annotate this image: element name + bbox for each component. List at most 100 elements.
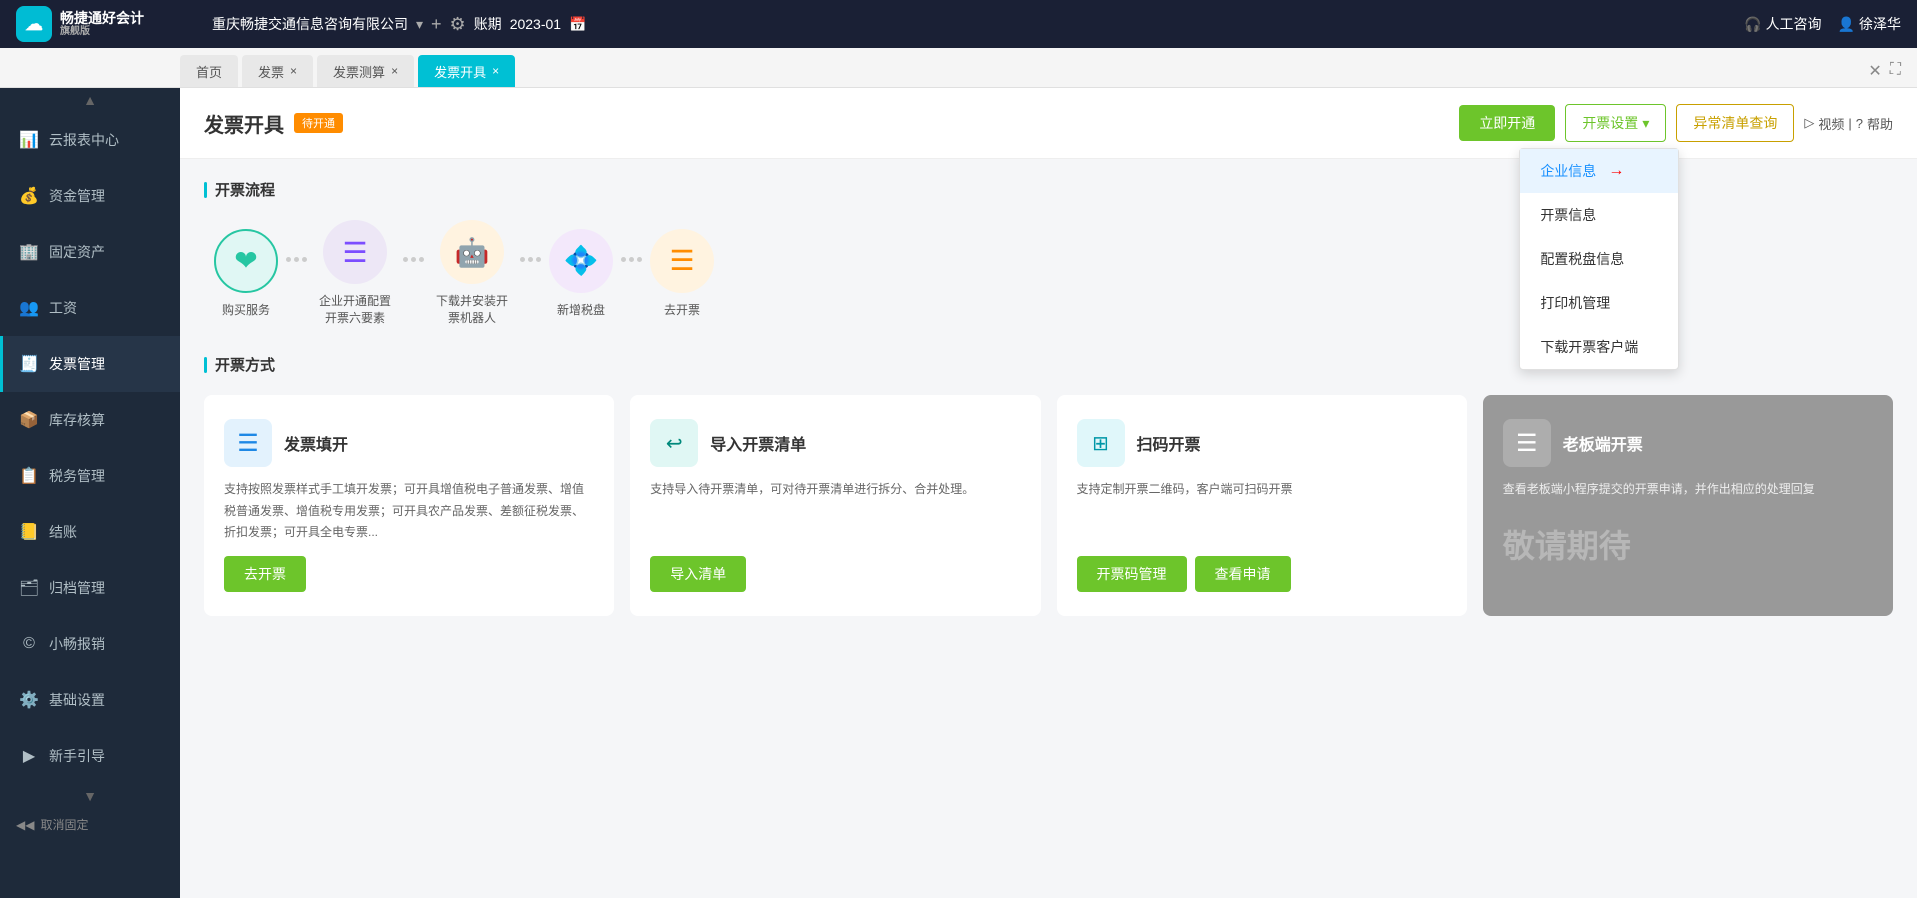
flow-icon-5: ☰ [650,229,714,293]
unpin-icon: ◀◀ [16,818,34,832]
sidebar-label-closing: 结账 [49,522,77,542]
tab-invoice[interactable]: 发票 × [242,55,313,87]
method-card-boss: ☰ 老板端开票 查看老板端小程序提交的开票申请，并作出相应的处理回复 敬请期待 [1483,395,1893,616]
logo-subtitle: 旗舰版 [60,26,144,38]
exception-btn[interactable]: 异常清单查询 [1676,104,1794,142]
dropdown-item-taxdisk[interactable]: 配置税盘信息 [1520,237,1678,281]
tab-invoice-issue[interactable]: 发票开具 × [418,55,515,87]
dropdown-item-invoice-info[interactable]: 开票信息 [1520,193,1678,237]
sidebar-label-funds: 资金管理 [49,186,105,206]
sidebar-item-reports[interactable]: 📊 云报表中心 [0,112,180,168]
scan-title: 扫码开票 [1137,431,1201,455]
import-icon: ↩ [650,419,698,467]
status-badge: 待开通 [294,113,343,133]
tab-close-btn[interactable]: ✕ [1868,61,1881,81]
sidebar-item-inventory[interactable]: 📦 库存核算 [0,392,180,448]
dropdown-item-download[interactable]: 下载开票客户端 [1520,325,1678,369]
flow-icon-1: ❤ [214,229,278,293]
sidebar-item-payroll[interactable]: 👥 工资 [0,280,180,336]
tab-invoice-issue-close[interactable]: × [492,64,499,78]
sidebar-item-tax[interactable]: 📋 税务管理 [0,448,180,504]
company-name[interactable]: 重庆畅捷交通信息咨询有限公司 [212,14,408,34]
view-apply-btn[interactable]: 查看申请 [1195,556,1291,592]
sidebar-item-closing[interactable]: 📒 结账 [0,504,180,560]
sidebar-item-guide[interactable]: ▶ 新手引导 [0,728,180,784]
method-card-boss-header: ☰ 老板端开票 [1503,419,1873,467]
method-card-fill-header: ☰ 发票填开 [224,419,594,467]
tab-invoice-calc-close[interactable]: × [391,64,398,78]
sidebar-scroll-down[interactable]: ▼ [0,784,180,808]
company-dropdown-icon[interactable]: ▾ [416,16,423,33]
sidebar-item-expense[interactable]: © 小畅报销 [0,616,180,672]
fill-icon: ☰ [224,419,272,467]
flow-icon-4-symbol: 💠 [564,244,599,277]
logo-icon: ☁ [16,6,52,42]
scan-btns: 开票码管理 查看申请 [1077,556,1447,592]
payroll-icon: 👥 [19,298,39,318]
sidebar-label-expense: 小畅报销 [49,634,105,654]
settings-dropdown-arrow: ▾ [1642,115,1649,132]
method-card-fill: ☰ 发票填开 支持按照发票样式手工填开发票；可开具增值税电子普通发票、增值税普通… [204,395,614,616]
dropdown-item-printer[interactable]: 打印机管理 [1520,281,1678,325]
settings-icon[interactable]: ⚙ [450,14,466,35]
settings-sidebar-icon: ⚙️ [19,690,39,710]
flow-label-4: 新增税盘 [557,301,605,318]
logo-text: 畅捷通好会计 旗舰版 [60,10,144,39]
tab-home[interactable]: 首页 [180,55,238,87]
settings-btn[interactable]: 开票设置 ▾ [1565,104,1666,142]
tab-invoice-issue-label: 发票开具 [434,62,486,81]
fill-invoice-btn[interactable]: 去开票 [224,556,306,592]
import-list-btn[interactable]: 导入清单 [650,556,746,592]
sidebar-unpin-btn[interactable]: ◀◀ 取消固定 [0,808,180,841]
video-help-btn[interactable]: ▷ 视频 | ? 帮助 [1804,114,1893,133]
flow-label-1: 购买服务 [222,301,270,318]
settings-btn-label: 开票设置 [1582,113,1638,133]
video-label: 视频 [1818,114,1844,133]
sidebar-label-settings: 基础设置 [49,690,105,710]
sidebar-label-reports: 云报表中心 [49,130,119,150]
flow-step-5: ☰ 去开票 [650,229,714,318]
flow-step-2: ☰ 企业开通配置开票六要素 [315,220,395,326]
tab-home-label: 首页 [196,62,222,81]
flow-label-3: 下载并安装开票机器人 [432,292,512,326]
tab-invoice-close[interactable]: × [290,64,297,78]
user-name: 徐泽华 [1859,14,1901,34]
activate-btn[interactable]: 立即开通 [1459,105,1555,141]
add-company-icon[interactable]: + [431,14,442,35]
logo-area: ☁ 畅捷通好会计 旗舰版 [16,6,196,42]
sidebar-item-invoice[interactable]: 🧾 发票管理 [0,336,180,392]
sidebar-label-tax: 税务管理 [49,466,105,486]
archive-icon: 🗂 [19,578,39,598]
main-layout: ▲ 📊 云报表中心 💰 资金管理 🏢 固定资产 👥 工资 🧾 发票管理 📦 库存… [0,88,1917,898]
assets-icon: 🏢 [19,242,39,262]
flow-step-4: 💠 新增税盘 [549,229,613,318]
sidebar-item-settings[interactable]: ⚙️ 基础设置 [0,672,180,728]
dropdown-item-company[interactable]: 企业信息 → [1520,149,1678,193]
sidebar-label-invoice: 发票管理 [49,354,105,374]
tab-invoice-calc[interactable]: 发票测算 × [317,55,414,87]
tab-invoice-label: 发票 [258,62,284,81]
flow-icon-1-symbol: ❤ [234,244,257,277]
sidebar-item-assets[interactable]: 🏢 固定资产 [0,224,180,280]
closing-icon: 📒 [19,522,39,542]
help-label: 帮助 [1867,114,1893,133]
settings-dropdown-menu: 企业信息 → 开票信息 配置税盘信息 打印机管理 下载开票客户端 [1519,148,1679,370]
flow-label-2: 企业开通配置开票六要素 [315,292,395,326]
period-label: 账期 [474,14,502,34]
sidebar-item-funds[interactable]: 💰 资金管理 [0,168,180,224]
qrcode-manage-btn[interactable]: 开票码管理 [1077,556,1187,592]
flow-icon-3: 🤖 [440,220,504,284]
user-info: 👤 徐泽华 [1838,14,1901,34]
help-circle-icon: ? [1856,116,1863,131]
calendar-icon[interactable]: 📅 [569,16,586,33]
flow-dots-2 [403,257,424,262]
method-card-import: ↩ 导入开票清单 支持导入待开票清单，可对待开票清单进行拆分、合并处理。 导入清… [630,395,1040,616]
tab-bar: 首页 发票 × 发票测算 × 发票开具 × ✕ ⛶ [0,48,1917,88]
sidebar-item-archive[interactable]: 🗂 归档管理 [0,560,180,616]
tab-expand-btn[interactable]: ⛶ [1890,61,1901,81]
method-card-scan: ⊞ 扫码开票 支持定制开票二维码，客户端可扫码开票 开票码管理 查看申请 [1057,395,1467,616]
method-card-scan-header: ⊞ 扫码开票 [1077,419,1447,467]
support-btn[interactable]: 🎧 人工咨询 [1744,14,1821,34]
dropdown-download-label: 下载开票客户端 [1540,337,1638,357]
sidebar-scroll-up[interactable]: ▲ [0,88,180,112]
